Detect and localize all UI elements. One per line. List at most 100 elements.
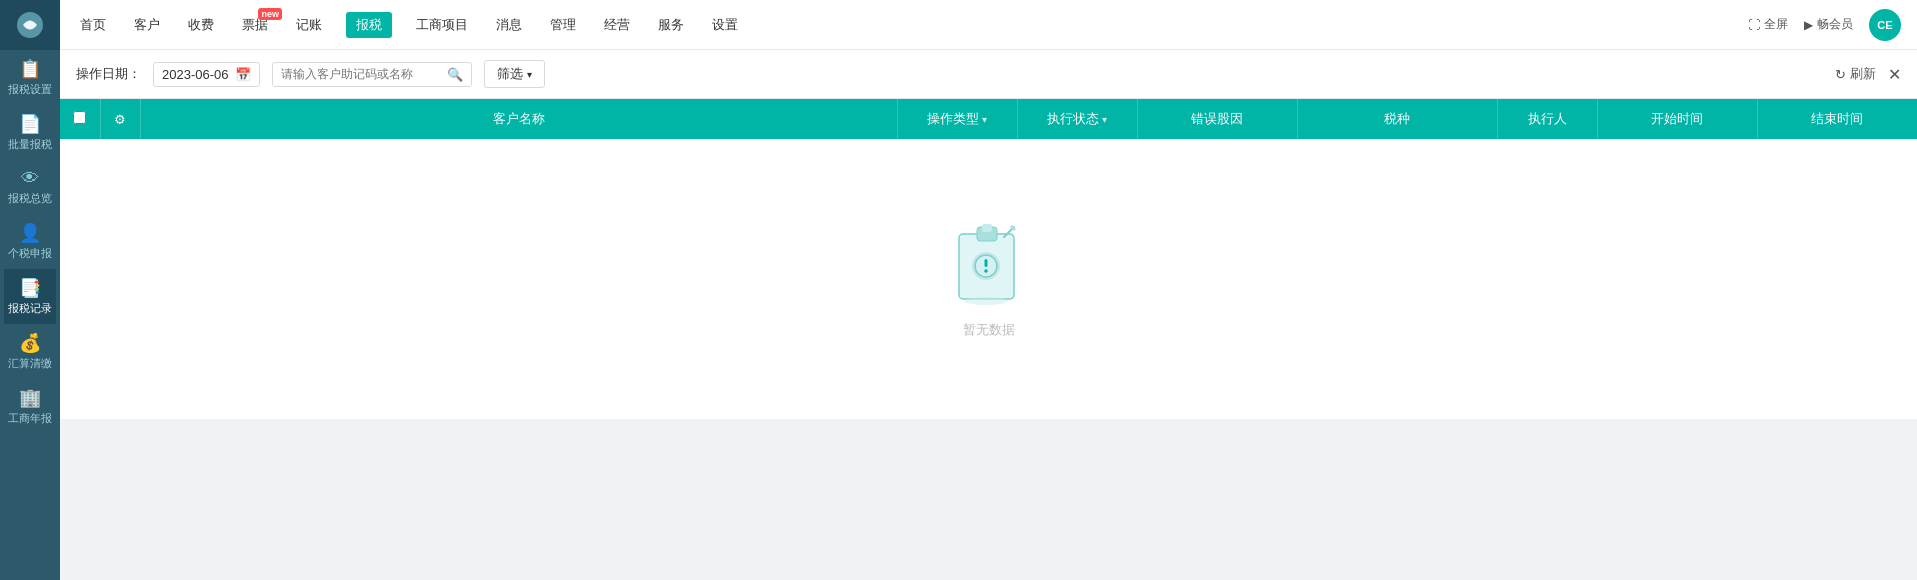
sidebar-label-annual-report: 工商年报 bbox=[8, 411, 52, 426]
settings-icon[interactable]: ⚙ bbox=[114, 112, 126, 127]
table-container: ⚙ 客户名称 操作类型 ▾ 执行状态 ▾ bbox=[60, 99, 1917, 419]
nav-item-invoices[interactable]: 票据new bbox=[238, 12, 272, 38]
col-executor-label: 执行人 bbox=[1528, 111, 1567, 126]
content-area: 操作日期： 2023-06-06 📅 🔍 筛选 ▾ ↻ 刷新 bbox=[60, 50, 1917, 580]
col-taxtype: 税种 bbox=[1297, 99, 1497, 139]
col-settings: ⚙ bbox=[100, 99, 140, 139]
nav-item-billing[interactable]: 收费 bbox=[184, 12, 218, 38]
nav-label-customers: 客户 bbox=[134, 17, 160, 32]
col-errreason: 错误股因 bbox=[1137, 99, 1297, 139]
chevron-down-icon: ▾ bbox=[527, 69, 532, 80]
sidebar-icon-tax-settings: 📋 bbox=[19, 58, 41, 80]
close-button[interactable]: ✕ bbox=[1888, 65, 1901, 84]
col-endtime: 结束时间 bbox=[1757, 99, 1917, 139]
date-value: 2023-06-06 bbox=[162, 67, 229, 82]
sidebar-icon-tax-overview: 👁 bbox=[21, 168, 39, 189]
toolbar-right: ↻ 刷新 ✕ bbox=[1835, 65, 1901, 84]
refresh-button[interactable]: ↻ 刷新 bbox=[1835, 65, 1876, 83]
svg-point-7 bbox=[984, 269, 988, 273]
nav-item-messages[interactable]: 消息 bbox=[492, 12, 526, 38]
refresh-label: 刷新 bbox=[1850, 65, 1876, 83]
nav-item-accounts[interactable]: 记账 bbox=[292, 12, 326, 38]
nav-label-services: 服务 bbox=[658, 17, 684, 32]
sidebar-label-personal-tax: 个税申报 bbox=[8, 246, 52, 261]
sidebar-item-tax-settings[interactable]: 📋 报税设置 bbox=[4, 50, 56, 105]
nav-label-home: 首页 bbox=[80, 17, 106, 32]
nav-label-operations: 经营 bbox=[604, 17, 630, 32]
fullscreen-icon: ⛶ bbox=[1748, 18, 1760, 32]
svg-point-10 bbox=[964, 297, 1008, 305]
col-errreason-label: 错误股因 bbox=[1191, 111, 1243, 126]
search-icon: 🔍 bbox=[447, 67, 463, 82]
col-optype: 操作类型 ▾ bbox=[897, 99, 1017, 139]
sidebar-label-calc-payment: 汇算清缴 bbox=[8, 356, 52, 371]
col-optype-label: 操作类型 bbox=[927, 111, 979, 126]
nav-item-management[interactable]: 管理 bbox=[546, 12, 580, 38]
col-starttime-label: 开始时间 bbox=[1651, 111, 1703, 126]
sidebar-icon-calc-payment: 💰 bbox=[19, 332, 41, 354]
calendar-icon: 📅 bbox=[235, 67, 251, 82]
col-starttime: 开始时间 bbox=[1597, 99, 1757, 139]
svg-rect-6 bbox=[984, 259, 987, 267]
search-input[interactable] bbox=[281, 67, 441, 81]
filter-button[interactable]: 筛选 ▾ bbox=[484, 60, 545, 88]
sidebar-label-tax-overview: 报税总览 bbox=[8, 191, 52, 206]
date-label: 操作日期： bbox=[76, 65, 141, 83]
sidebar-label-batch-tax: 批量报税 bbox=[8, 137, 52, 152]
sidebar-icon-personal-tax: 👤 bbox=[19, 222, 41, 244]
sidebar-item-batch-tax[interactable]: 📄 批量报税 bbox=[4, 105, 56, 160]
sidebar-icon-annual-report: 🏢 bbox=[19, 387, 41, 409]
col-status-label: 执行状态 bbox=[1047, 111, 1099, 126]
nav-item-tax[interactable]: 报税 bbox=[346, 12, 392, 38]
search-box[interactable]: 🔍 bbox=[272, 62, 472, 87]
nav-label-billing: 收费 bbox=[188, 17, 214, 32]
sidebar-label-tax-settings: 报税设置 bbox=[8, 82, 52, 97]
nav-item-home[interactable]: 首页 bbox=[76, 12, 110, 38]
badge-new-invoices: new bbox=[258, 8, 282, 20]
avatar-initials: CE bbox=[1877, 19, 1892, 31]
nav-label-management: 管理 bbox=[550, 17, 576, 32]
sidebar-item-annual-report[interactable]: 🏢 工商年报 bbox=[4, 379, 56, 434]
col-taxtype-label: 税种 bbox=[1384, 111, 1410, 126]
date-picker[interactable]: 2023-06-06 📅 bbox=[153, 62, 260, 87]
col-endtime-label: 结束时间 bbox=[1811, 111, 1863, 126]
sidebar-icon-batch-tax: 📄 bbox=[19, 113, 41, 135]
toolbar: 操作日期： 2023-06-06 📅 🔍 筛选 ▾ ↻ 刷新 bbox=[60, 50, 1917, 99]
optype-filter-icon[interactable]: ▾ bbox=[982, 114, 987, 125]
member-button[interactable]: ▶ 畅会员 bbox=[1804, 16, 1853, 33]
nav-label-messages: 消息 bbox=[496, 17, 522, 32]
nav-right: ⛶ 全屏 ▶ 畅会员 CE bbox=[1748, 9, 1901, 41]
nav-item-customers[interactable]: 客户 bbox=[130, 12, 164, 38]
sidebar-item-calc-payment[interactable]: 💰 汇算清缴 bbox=[4, 324, 56, 379]
data-table: ⚙ 客户名称 操作类型 ▾ 执行状态 ▾ bbox=[60, 99, 1917, 419]
col-executor: 执行人 bbox=[1497, 99, 1597, 139]
nav-item-services[interactable]: 服务 bbox=[654, 12, 688, 38]
sidebar-item-personal-tax[interactable]: 👤 个税申报 bbox=[4, 214, 56, 269]
table-body: 暂无数据 bbox=[60, 139, 1917, 419]
col-status: 执行状态 ▾ bbox=[1017, 99, 1137, 139]
video-icon: ▶ bbox=[1804, 18, 1813, 32]
main-content: 首页 客户 收费 票据new 记账 报税 工商项目 消息 管理 经营 服务 设置 ⛶ 全屏 ▶ 畅会员… bbox=[60, 0, 1917, 580]
sidebar-icon-tax-records: 📑 bbox=[19, 277, 41, 299]
fullscreen-label: 全屏 bbox=[1764, 16, 1788, 33]
page-area: 操作日期： 2023-06-06 📅 🔍 筛选 ▾ ↻ 刷新 bbox=[60, 50, 1917, 580]
member-label: 畅会员 bbox=[1817, 16, 1853, 33]
nav-item-business[interactable]: 工商项目 bbox=[412, 12, 472, 38]
nav-label-tax: 报税 bbox=[356, 17, 382, 32]
nav-item-settings[interactable]: 设置 bbox=[708, 12, 742, 38]
col-checkbox bbox=[60, 99, 100, 139]
status-filter-icon[interactable]: ▾ bbox=[1102, 114, 1107, 125]
sidebar-label-tax-records: 报税记录 bbox=[8, 301, 52, 316]
nav-item-operations[interactable]: 经营 bbox=[600, 12, 634, 38]
refresh-icon: ↻ bbox=[1835, 67, 1846, 82]
fullscreen-button[interactable]: ⛶ 全屏 bbox=[1748, 16, 1788, 33]
sidebar-logo bbox=[0, 0, 60, 50]
user-avatar[interactable]: CE bbox=[1869, 9, 1901, 41]
table-header: ⚙ 客户名称 操作类型 ▾ 执行状态 ▾ bbox=[60, 99, 1917, 139]
filter-label: 筛选 bbox=[497, 65, 523, 83]
top-nav: 首页 客户 收费 票据new 记账 报税 工商项目 消息 管理 经营 服务 设置 ⛶ 全屏 ▶ 畅会员… bbox=[60, 0, 1917, 50]
sidebar-item-tax-records[interactable]: 📑 报税记录 bbox=[4, 269, 56, 324]
select-all-checkbox[interactable] bbox=[73, 111, 86, 124]
empty-text: 暂无数据 bbox=[963, 321, 1015, 339]
sidebar-item-tax-overview[interactable]: 👁 报税总览 bbox=[4, 160, 56, 214]
